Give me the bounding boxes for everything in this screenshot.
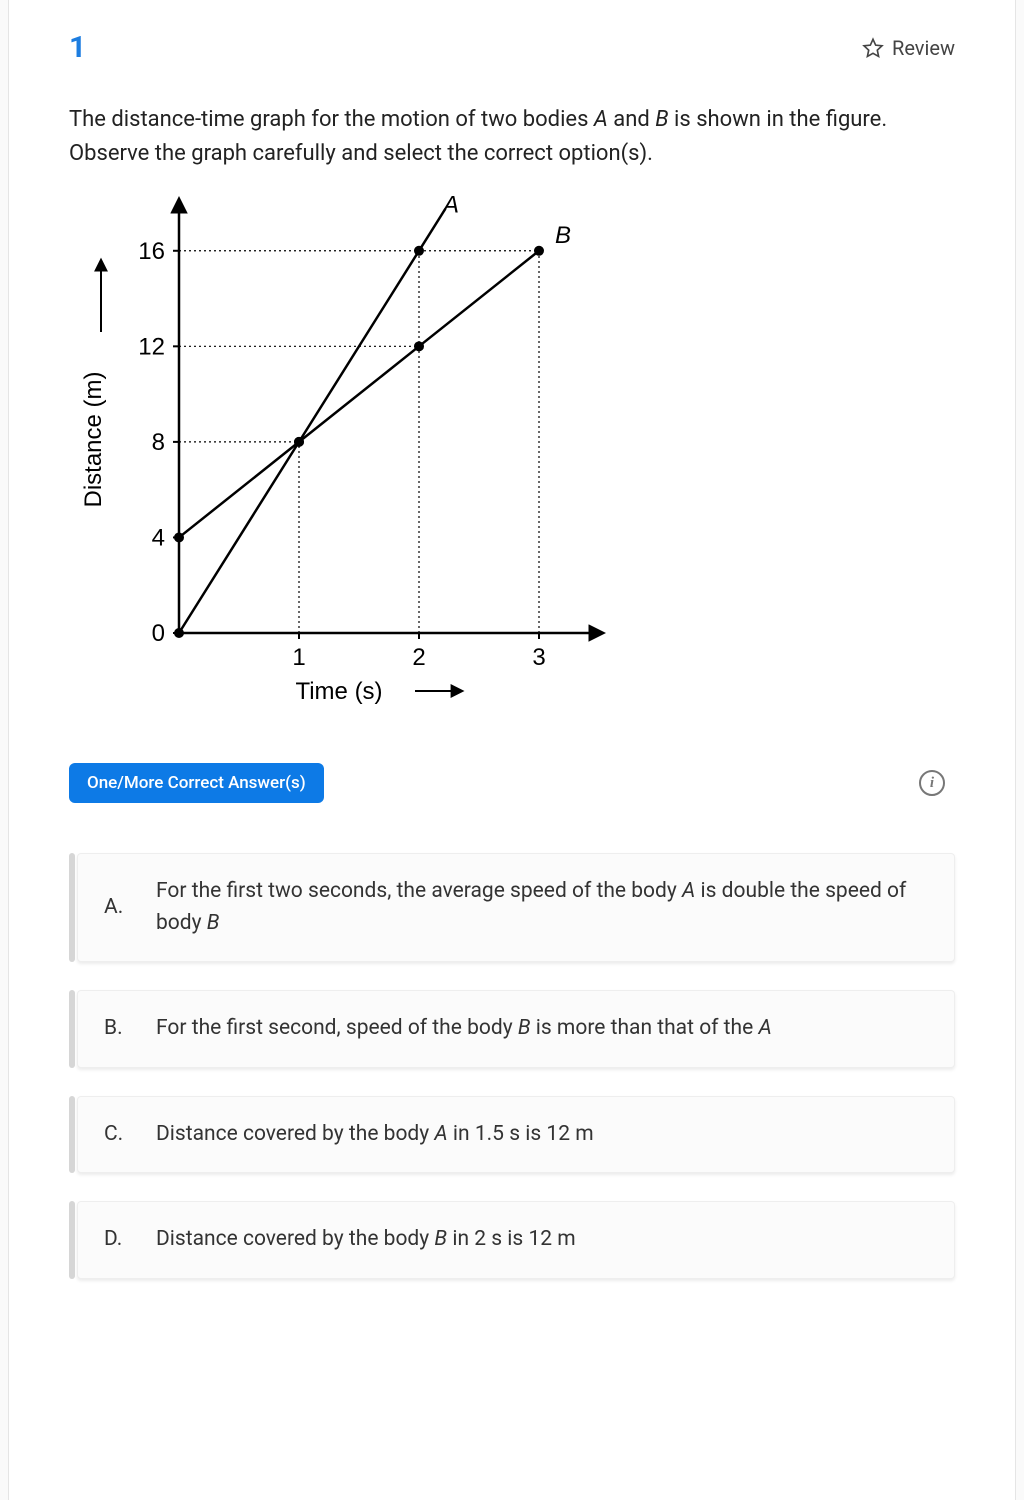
svg-text:16: 16 bbox=[138, 238, 165, 265]
option-indicator-bar bbox=[69, 1201, 75, 1279]
option-b[interactable]: B. For the first second, speed of the bod… bbox=[69, 990, 955, 1068]
question-text: The distance-time graph for the motion o… bbox=[69, 103, 955, 171]
option-text: For the first second, speed of the body … bbox=[156, 1013, 772, 1045]
option-indicator-bar bbox=[69, 853, 75, 962]
answer-type-badge: One/More Correct Answer(s) bbox=[69, 763, 324, 803]
option-text: For the first two seconds, the average s… bbox=[156, 876, 928, 939]
option-d[interactable]: D. Distance covered by the body B in 2 s … bbox=[69, 1201, 955, 1279]
svg-text:3: 3 bbox=[532, 644, 545, 671]
option-body: C. Distance covered by the body A in 1.5 … bbox=[77, 1096, 955, 1174]
question-header: 1 Review bbox=[69, 30, 955, 65]
question-card: 1 Review The distance-time graph for the… bbox=[8, 0, 1016, 1500]
option-letter: B. bbox=[104, 1013, 130, 1045]
review-label: Review bbox=[892, 36, 955, 60]
svg-text:A: A bbox=[441, 192, 459, 219]
option-body: B. For the first second, speed of the bod… bbox=[77, 990, 955, 1068]
svg-text:2: 2 bbox=[412, 644, 425, 671]
svg-text:0: 0 bbox=[152, 620, 165, 647]
review-button[interactable]: Review bbox=[862, 36, 955, 60]
svg-text:Time (s): Time (s) bbox=[295, 678, 382, 705]
option-body: D. Distance covered by the body B in 2 s … bbox=[77, 1201, 955, 1279]
option-a[interactable]: A. For the first two seconds, the average… bbox=[69, 853, 955, 962]
answer-type-row: One/More Correct Answer(s) i bbox=[69, 763, 955, 803]
info-icon[interactable]: i bbox=[919, 770, 945, 796]
option-body: A. For the first two seconds, the average… bbox=[77, 853, 955, 962]
option-text: Distance covered by the body A in 1.5 s … bbox=[156, 1119, 594, 1151]
option-indicator-bar bbox=[69, 990, 75, 1068]
question-number: 1 bbox=[69, 30, 86, 65]
option-letter: A. bbox=[104, 892, 130, 924]
star-icon bbox=[862, 37, 884, 59]
distance-time-chart: 0481216123ABTime (s)Distance (m) bbox=[69, 183, 629, 723]
options-list: A. For the first two seconds, the average… bbox=[69, 853, 955, 1279]
svg-text:4: 4 bbox=[152, 525, 165, 552]
svg-text:8: 8 bbox=[152, 429, 165, 456]
svg-text:1: 1 bbox=[292, 644, 305, 671]
option-text: Distance covered by the body B in 2 s is… bbox=[156, 1224, 576, 1256]
option-letter: D. bbox=[104, 1224, 130, 1256]
option-c[interactable]: C. Distance covered by the body A in 1.5 … bbox=[69, 1096, 955, 1174]
option-indicator-bar bbox=[69, 1096, 75, 1174]
svg-text:B: B bbox=[555, 222, 571, 249]
svg-text:Distance (m): Distance (m) bbox=[80, 372, 107, 508]
svg-text:12: 12 bbox=[138, 334, 165, 361]
option-letter: C. bbox=[104, 1119, 130, 1151]
